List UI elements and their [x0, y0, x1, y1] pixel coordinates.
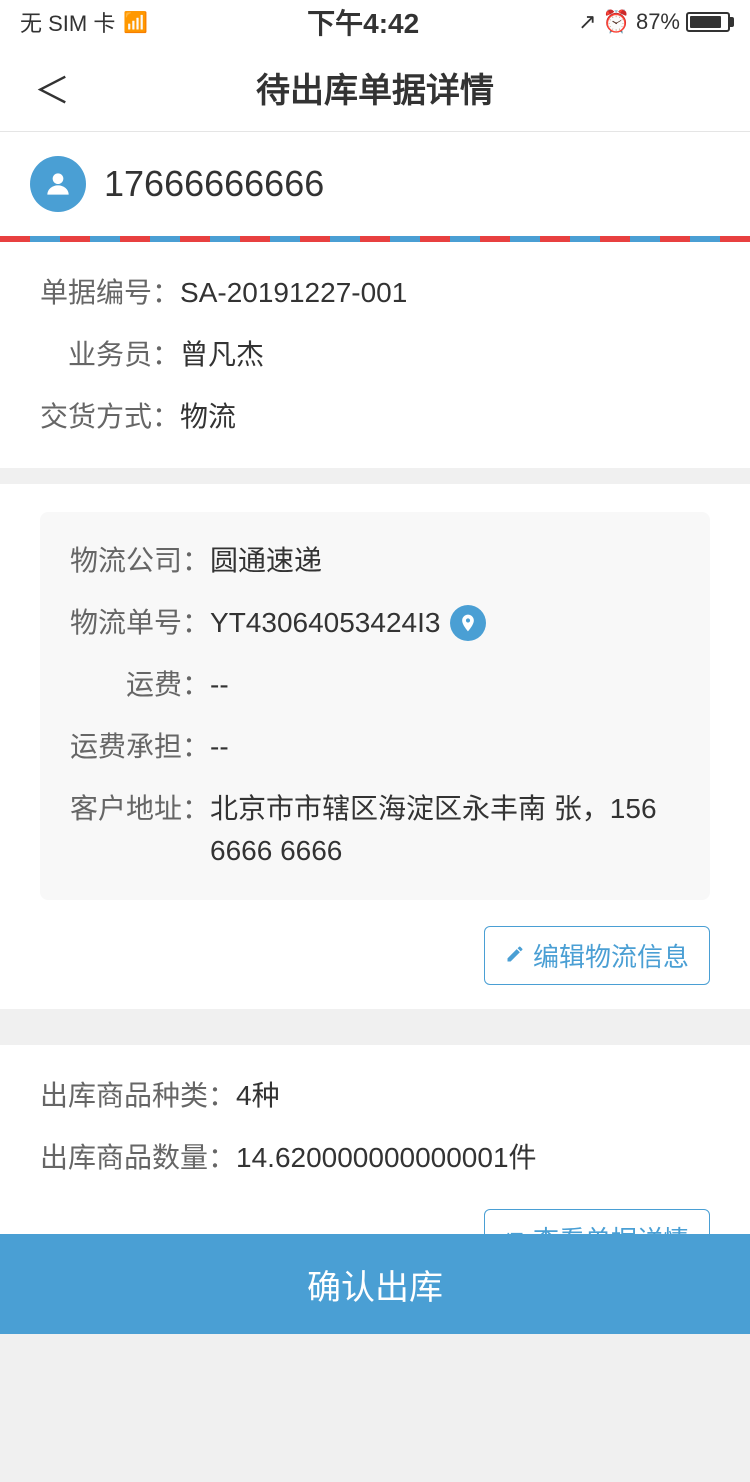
- avatar: [30, 156, 86, 212]
- tracking-label: 物流单号：: [70, 602, 210, 644]
- goods-types-row: 出库商品种类： 4种: [40, 1075, 710, 1117]
- order-no-row: 单据编号： SA-20191227-001: [40, 272, 710, 314]
- customer-card: 17666666666: [0, 132, 750, 236]
- goods-quantity-row: 出库商品数量： 14.620000000000001件: [40, 1137, 710, 1179]
- edit-logistics-label: 编辑物流信息: [533, 937, 689, 974]
- freight-bear-row: 运费承担： --: [70, 726, 680, 768]
- tracking-value: YT43064053424I3: [210, 602, 680, 644]
- salesman-value: 曾凡杰: [180, 334, 710, 376]
- freight-row: 运费： --: [70, 664, 680, 706]
- freight-bear-label: 运费承担：: [70, 726, 210, 768]
- nav-bar: ＜ 待出库单据详情: [0, 44, 750, 132]
- status-time: 下午4:42: [307, 2, 419, 42]
- edit-logistics-button[interactable]: 编辑物流信息: [484, 926, 710, 985]
- logistics-section: 物流公司： 圆通速递 物流单号： YT43064053424I3 运费： --: [0, 484, 750, 1009]
- delivery-value: 物流: [180, 396, 710, 438]
- basic-info-section: 单据编号： SA-20191227-001 业务员： 曾凡杰 交货方式： 物流: [0, 242, 750, 468]
- address-label: 客户地址：: [70, 788, 210, 830]
- carrier-text: 无 SIM 卡: [20, 6, 115, 38]
- goods-types-label: 出库商品种类：: [40, 1075, 236, 1117]
- delivery-label: 交货方式：: [40, 396, 180, 438]
- order-no-label: 单据编号：: [40, 272, 180, 314]
- delivery-row: 交货方式： 物流: [40, 396, 710, 438]
- wifi-icon: 📶: [123, 10, 148, 35]
- freight-bear-value: --: [210, 726, 680, 768]
- confirm-button[interactable]: 确认出库: [0, 1234, 750, 1334]
- tracking-number: YT43064053424I3: [210, 602, 440, 644]
- company-value: 圆通速递: [210, 540, 680, 582]
- battery-icon: [686, 12, 730, 32]
- status-bar: 无 SIM 卡 📶 下午4:42 ↗ ⏰ 87%: [0, 0, 750, 44]
- edit-logistics-btn-container: 编辑物流信息: [40, 916, 710, 989]
- goods-types-value: 4种: [236, 1075, 710, 1117]
- order-no-value: SA-20191227-001: [180, 272, 710, 314]
- tracking-row: 物流单号： YT43064053424I3: [70, 602, 680, 644]
- alarm-icon: ⏰: [603, 9, 630, 35]
- gray-separator: [0, 1025, 750, 1045]
- location-status-icon: ↗: [578, 9, 596, 35]
- page-title: 待出库单据详情: [256, 63, 494, 112]
- salesman-row: 业务员： 曾凡杰: [40, 334, 710, 376]
- goods-quantity-label: 出库商品数量：: [40, 1137, 236, 1179]
- logistics-box: 物流公司： 圆通速递 物流单号： YT43064053424I3 运费： --: [40, 512, 710, 900]
- freight-value: --: [210, 664, 680, 706]
- address-row: 客户地址： 北京市市辖区海淀区永丰南 张，156 6666 6666: [70, 788, 680, 872]
- address-value: 北京市市辖区海淀区永丰南 张，156 6666 6666: [210, 788, 680, 872]
- customer-phone: 17666666666: [104, 163, 324, 205]
- salesman-label: 业务员：: [40, 334, 180, 376]
- freight-label: 运费：: [70, 664, 210, 706]
- company-label: 物流公司：: [70, 540, 210, 582]
- edit-icon: [505, 940, 525, 971]
- back-button[interactable]: ＜: [24, 52, 80, 124]
- tracking-location-icon[interactable]: [450, 605, 486, 641]
- status-left: 无 SIM 卡 📶: [20, 6, 148, 38]
- status-right: ↗ ⏰ 87%: [578, 9, 730, 35]
- company-row: 物流公司： 圆通速递: [70, 540, 680, 582]
- goods-quantity-value: 14.620000000000001件: [236, 1137, 710, 1179]
- confirm-label: 确认出库: [307, 1260, 443, 1309]
- battery-text: 87%: [636, 9, 680, 35]
